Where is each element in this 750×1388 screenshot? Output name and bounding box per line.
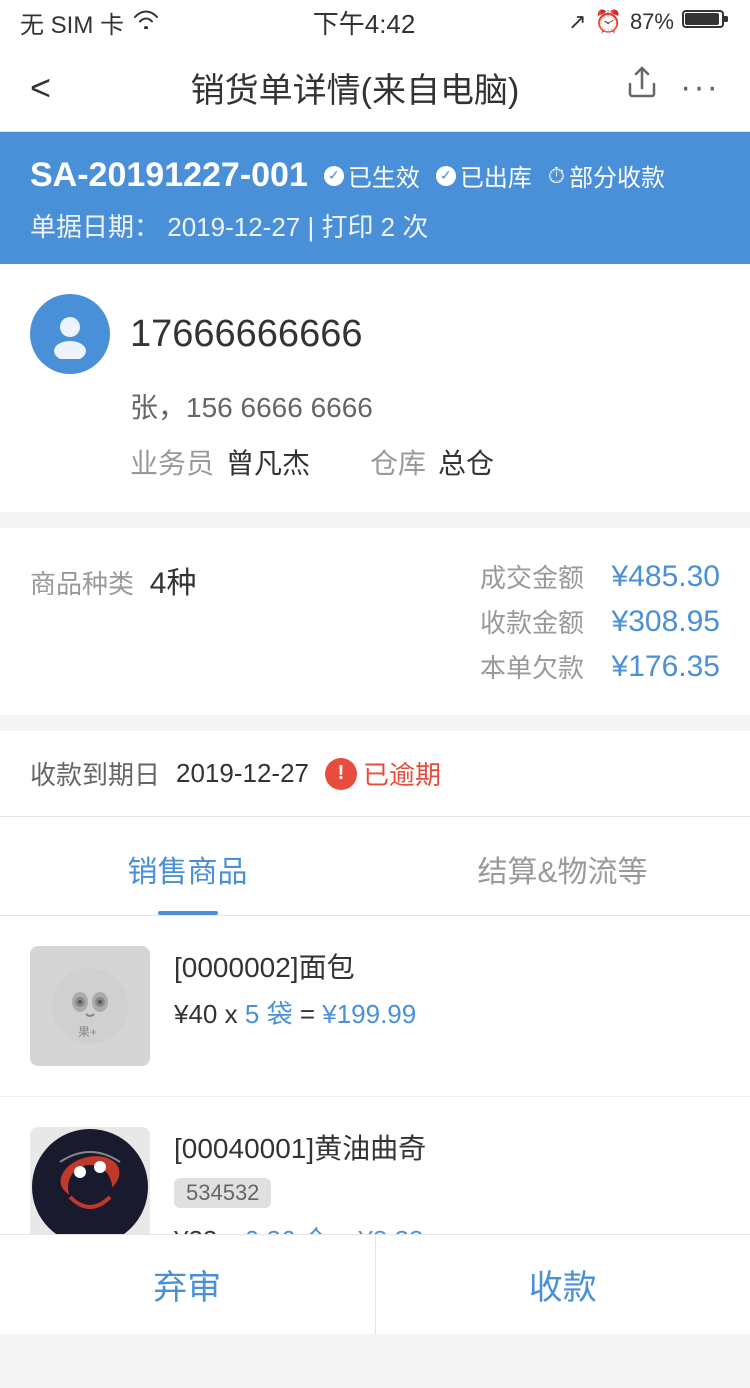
- sales-label: 业务员: [130, 442, 214, 482]
- customer-phone: 17666666666: [130, 313, 362, 356]
- battery-text: 87%: [630, 9, 674, 35]
- due-date-val: 2019-12-27: [176, 758, 309, 789]
- share-icon[interactable]: [624, 66, 660, 109]
- alarm-icon: ⏰: [595, 9, 622, 35]
- product-thumb-2: diamond whale: [30, 1127, 150, 1247]
- badge-partial: ⏱ 部分收款: [548, 158, 665, 193]
- customer-meta: 业务员 曾凡杰 仓库 总仓: [30, 442, 720, 482]
- nav-bar: < 销货单详情(来自电脑) ···: [0, 44, 750, 132]
- order-id-row: SA-20191227-001 ✓ 已生效 ✓ 已出库 ⏱ 部分收款: [30, 156, 720, 195]
- battery-icon: [682, 7, 730, 37]
- sales-value: 曾凡杰: [226, 442, 310, 482]
- status-left: 无 SIM 卡: [20, 5, 160, 40]
- order-id: SA-20191227-001: [30, 156, 308, 195]
- warehouse-item: 仓库 总仓: [370, 442, 494, 482]
- order-date-row: 单据日期： 2019-12-27 | 打印 2 次: [30, 207, 720, 244]
- overdue-badge: ! 已逾期: [325, 755, 441, 792]
- received-amount-row: 收款金额 ¥308.95: [480, 603, 720, 640]
- nav-actions: ···: [620, 66, 720, 109]
- deal-amount-label: 成交金额: [480, 558, 584, 595]
- products-section: 果+ [0000002]面包 ¥40 x 5 袋 = ¥199.99: [0, 916, 750, 1288]
- check-icon-2: ✓: [436, 166, 456, 186]
- check-icon-1: ✓: [324, 166, 344, 186]
- product-price-1: ¥40 x 5 袋 = ¥199.99: [174, 994, 720, 1031]
- warehouse-label: 仓库: [370, 442, 426, 482]
- cancel-button[interactable]: 弃审: [0, 1235, 376, 1334]
- overdue-text: 已逾期: [363, 755, 441, 792]
- wifi-icon: [132, 8, 160, 36]
- product-tag-2: 534532: [174, 1175, 720, 1220]
- deal-amount-row: 成交金额 ¥485.30: [480, 558, 720, 595]
- tabs-bar: 销售商品 结算&物流等: [0, 817, 750, 916]
- summary-right: 成交金额 ¥485.30 收款金额 ¥308.95 本单欠款 ¥176.35: [480, 558, 720, 685]
- product-qty-1: 5: [245, 999, 259, 1029]
- due-label: 收款到期日: [30, 755, 160, 792]
- debt-row: 本单欠款 ¥176.35: [480, 648, 720, 685]
- summary-card: 商品种类 4种 成交金额 ¥485.30 收款金额 ¥308.95 本单欠款 ¥…: [0, 528, 750, 715]
- due-date-row: 收款到期日 2019-12-27 ! 已逾期: [0, 731, 750, 817]
- confirm-button[interactable]: 收款: [376, 1235, 750, 1334]
- status-right: ↗ ⏰ 87%: [568, 7, 730, 37]
- status-time: 下午4:42: [313, 4, 416, 41]
- customer-top: 17666666666: [30, 294, 720, 374]
- status-bar: 无 SIM 卡 下午4:42 ↗ ⏰ 87%: [0, 0, 750, 44]
- product-item-1: 果+ [0000002]面包 ¥40 x 5 袋 = ¥199.99: [0, 916, 750, 1097]
- customer-name-info: 张，156 6666 6666: [30, 386, 720, 426]
- customer-card: 17666666666 张，156 6666 6666 业务员 曾凡杰 仓库 总…: [0, 264, 750, 512]
- tab-products[interactable]: 销售商品: [0, 817, 375, 915]
- deal-amount-val: ¥485.30: [600, 560, 720, 594]
- location-icon: ↗: [568, 9, 586, 35]
- tab-settlement[interactable]: 结算&物流等: [375, 817, 750, 915]
- product-name-1: [0000002]面包: [174, 946, 720, 986]
- clock-icon: ⏱: [548, 163, 565, 189]
- product-thumb-1: 果+: [30, 946, 150, 1066]
- type-val: 4种: [150, 567, 197, 600]
- received-val: ¥308.95: [600, 605, 720, 639]
- product-name-2: [00040001]黄油曲奇: [174, 1127, 720, 1167]
- summary-left: 商品种类 4种: [30, 558, 196, 602]
- badge-shipped: ✓ 已出库: [436, 158, 532, 193]
- product-tag-text-2: 534532: [174, 1178, 271, 1208]
- order-header: SA-20191227-001 ✓ 已生效 ✓ 已出库 ⏱ 部分收款 单据日期：…: [0, 132, 750, 264]
- nav-title: 销货单详情(来自电脑): [90, 63, 620, 112]
- svg-text:果+: 果+: [78, 1025, 97, 1039]
- debt-val: ¥176.35: [600, 650, 720, 684]
- product-total-1: ¥199.99: [322, 999, 416, 1029]
- bottom-bar: 弃审 收款: [0, 1234, 750, 1334]
- type-label: 商品种类: [30, 569, 134, 599]
- debt-label: 本单欠款: [480, 648, 584, 685]
- sales-person-item: 业务员 曾凡杰: [130, 442, 310, 482]
- avatar: [30, 294, 110, 374]
- warehouse-value: 总仓: [438, 442, 494, 482]
- badge-effective: ✓ 已生效: [324, 158, 420, 193]
- overdue-icon: !: [325, 758, 357, 790]
- product-info-1: [0000002]面包 ¥40 x 5 袋 = ¥199.99: [174, 946, 720, 1031]
- more-icon[interactable]: ···: [680, 68, 720, 107]
- back-button[interactable]: <: [30, 67, 90, 109]
- carrier-text: 无 SIM 卡: [20, 5, 124, 40]
- received-label: 收款金额: [480, 603, 584, 640]
- thumb-placeholder-1: 果+: [30, 946, 150, 1066]
